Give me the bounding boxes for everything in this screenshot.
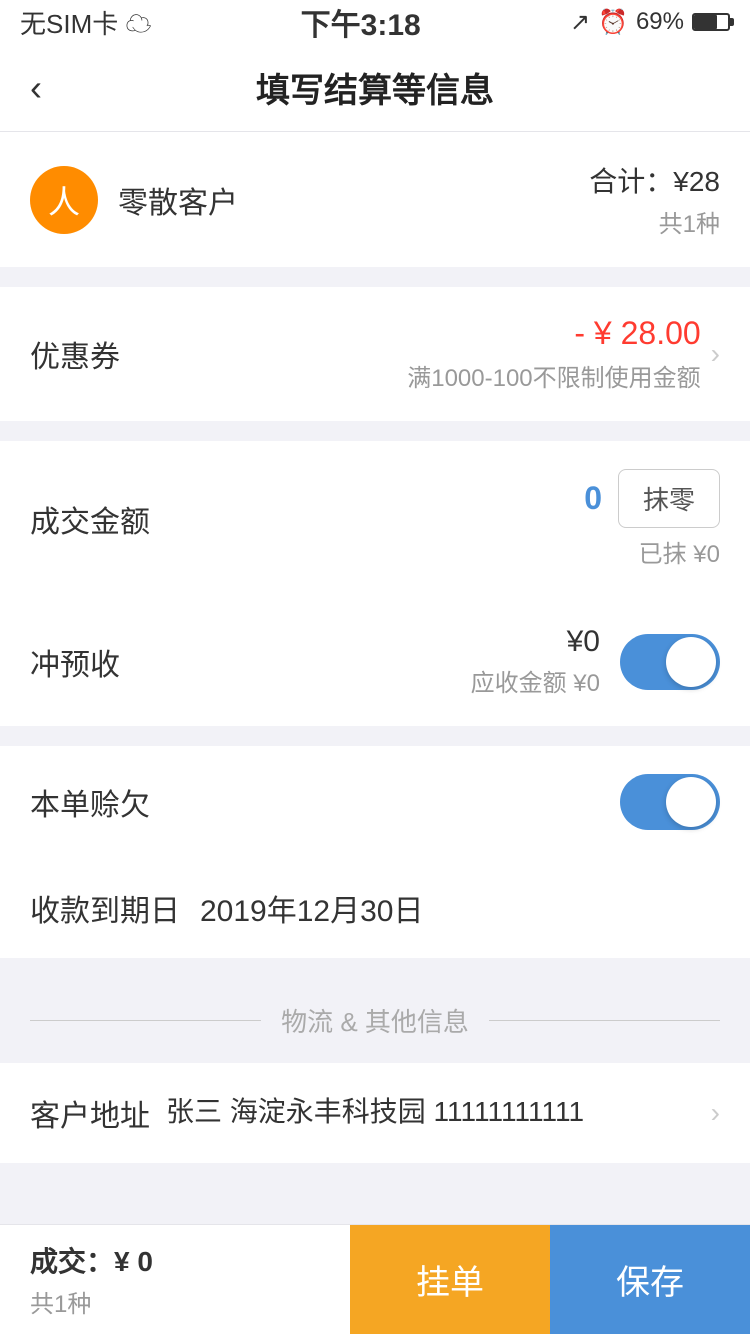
bottom-summary: 成交：¥ 0 共1种 — [0, 1240, 350, 1319]
prepay-row: 冲预收 ¥0 应收金额 ¥0 — [0, 597, 750, 726]
customer-right: 合计：¥28 共1种 — [589, 160, 720, 239]
avatar: 人 — [30, 166, 98, 234]
coupon-label: 优惠券 — [30, 332, 120, 376]
credit-toggle[interactable] — [620, 774, 720, 830]
coupon-right: - ¥ 28.00 满1000-100不限制使用金额 — [407, 315, 700, 393]
credit-row: 本单赊欠 — [0, 746, 750, 858]
alarm-icon: ⏰ — [598, 8, 628, 37]
customer-left: 人 零散客户 — [30, 166, 238, 234]
total-amount: 合计：¥28 — [589, 160, 720, 200]
customer-row: 人 零散客户 合计：¥28 共1种 — [0, 132, 750, 267]
address-section: 客户地址 张三 海淀永丰科技园 11111111111 › — [0, 1063, 750, 1163]
prepay-toggle[interactable] — [620, 634, 720, 690]
credit-toggle-knob — [666, 777, 716, 827]
logistics-label: 物流 & 其他信息 — [281, 1002, 469, 1039]
location-icon: ↗ — [570, 8, 590, 37]
status-left: 无SIM卡 ☁ — [20, 4, 151, 41]
customer-name: 零散客户 — [118, 178, 238, 222]
credit-section: 本单赊欠 收款到期日 2019年12月30日 — [0, 746, 750, 958]
battery-percent: 69% — [636, 8, 684, 36]
page-title: 填写结算等信息 — [256, 63, 494, 112]
deal-label: 成交金额 — [30, 497, 150, 541]
nav-bar: ‹ 填写结算等信息 — [0, 44, 750, 132]
sim-label: 无SIM卡 ☁ — [20, 4, 151, 41]
deal-sub: 已抹 ¥0 — [584, 534, 720, 569]
deal-section: 成交金额 0 抹零 已抹 ¥0 冲预收 ¥0 应收金额 ¥0 — [0, 441, 750, 726]
bottom-deal: 成交：¥ 0 — [30, 1240, 320, 1280]
deal-right: 0 抹零 — [584, 469, 720, 528]
bottom-count: 共1种 — [30, 1284, 320, 1319]
address-left: 客户地址 张三 海淀永丰科技园 11111111111 — [30, 1091, 584, 1135]
customer-section: 人 零散客户 合计：¥28 共1种 — [0, 132, 750, 267]
duedate-value: 2019年12月30日 — [200, 886, 423, 930]
duedate-label: 收款到期日 — [30, 886, 180, 930]
pending-button[interactable]: 挂单 — [350, 1225, 550, 1334]
address-row[interactable]: 客户地址 张三 海淀永丰科技园 11111111111 › — [0, 1063, 750, 1163]
round-button[interactable]: 抹零 — [618, 469, 720, 528]
logistics-line-right — [489, 1020, 720, 1021]
logistics-line-left — [30, 1020, 261, 1021]
coupon-section: 优惠券 - ¥ 28.00 满1000-100不限制使用金额 › — [0, 287, 750, 421]
bottom-deal-value: ¥ 0 — [114, 1246, 153, 1277]
duedate-row: 收款到期日 2019年12月30日 — [0, 858, 750, 958]
toggle-knob — [666, 637, 716, 687]
prepay-right: ¥0 应收金额 ¥0 — [471, 625, 720, 698]
chevron-icon: › — [711, 338, 720, 370]
save-button[interactable]: 保存 — [550, 1225, 750, 1334]
status-bar: 无SIM卡 ☁ 下午3:18 ↗ ⏰ 69% — [0, 0, 750, 44]
coupon-desc: 满1000-100不限制使用金额 — [407, 358, 700, 393]
prepay-sub: 应收金额 ¥0 — [471, 663, 600, 698]
deal-value: 0 — [584, 480, 602, 517]
address-value: 张三 海淀永丰科技园 11111111111 — [166, 1091, 584, 1133]
prepay-amounts: ¥0 应收金额 ¥0 — [471, 625, 600, 698]
status-time: 下午3:18 — [301, 0, 421, 44]
bottom-deal-label: 成交： — [30, 1246, 114, 1277]
total-count: 共1种 — [589, 204, 720, 239]
coupon-row[interactable]: 优惠券 - ¥ 28.00 满1000-100不限制使用金额 › — [0, 287, 750, 421]
credit-label: 本单赊欠 — [30, 780, 150, 824]
address-chevron-icon: › — [711, 1097, 720, 1129]
logistics-header: 物流 & 其他信息 — [0, 978, 750, 1063]
coupon-amount: - ¥ 28.00 — [407, 315, 700, 352]
back-button[interactable]: ‹ — [30, 67, 42, 109]
bottom-bar: 成交：¥ 0 共1种 挂单 保存 — [0, 1224, 750, 1334]
address-key: 客户地址 — [30, 1091, 150, 1135]
status-right: ↗ ⏰ 69% — [570, 8, 730, 37]
deal-row: 成交金额 0 抹零 已抹 ¥0 — [0, 441, 750, 597]
prepay-label: 冲预收 — [30, 640, 120, 684]
avatar-icon: 人 — [48, 177, 80, 223]
battery-icon — [692, 13, 730, 31]
prepay-value: ¥0 — [471, 625, 600, 659]
